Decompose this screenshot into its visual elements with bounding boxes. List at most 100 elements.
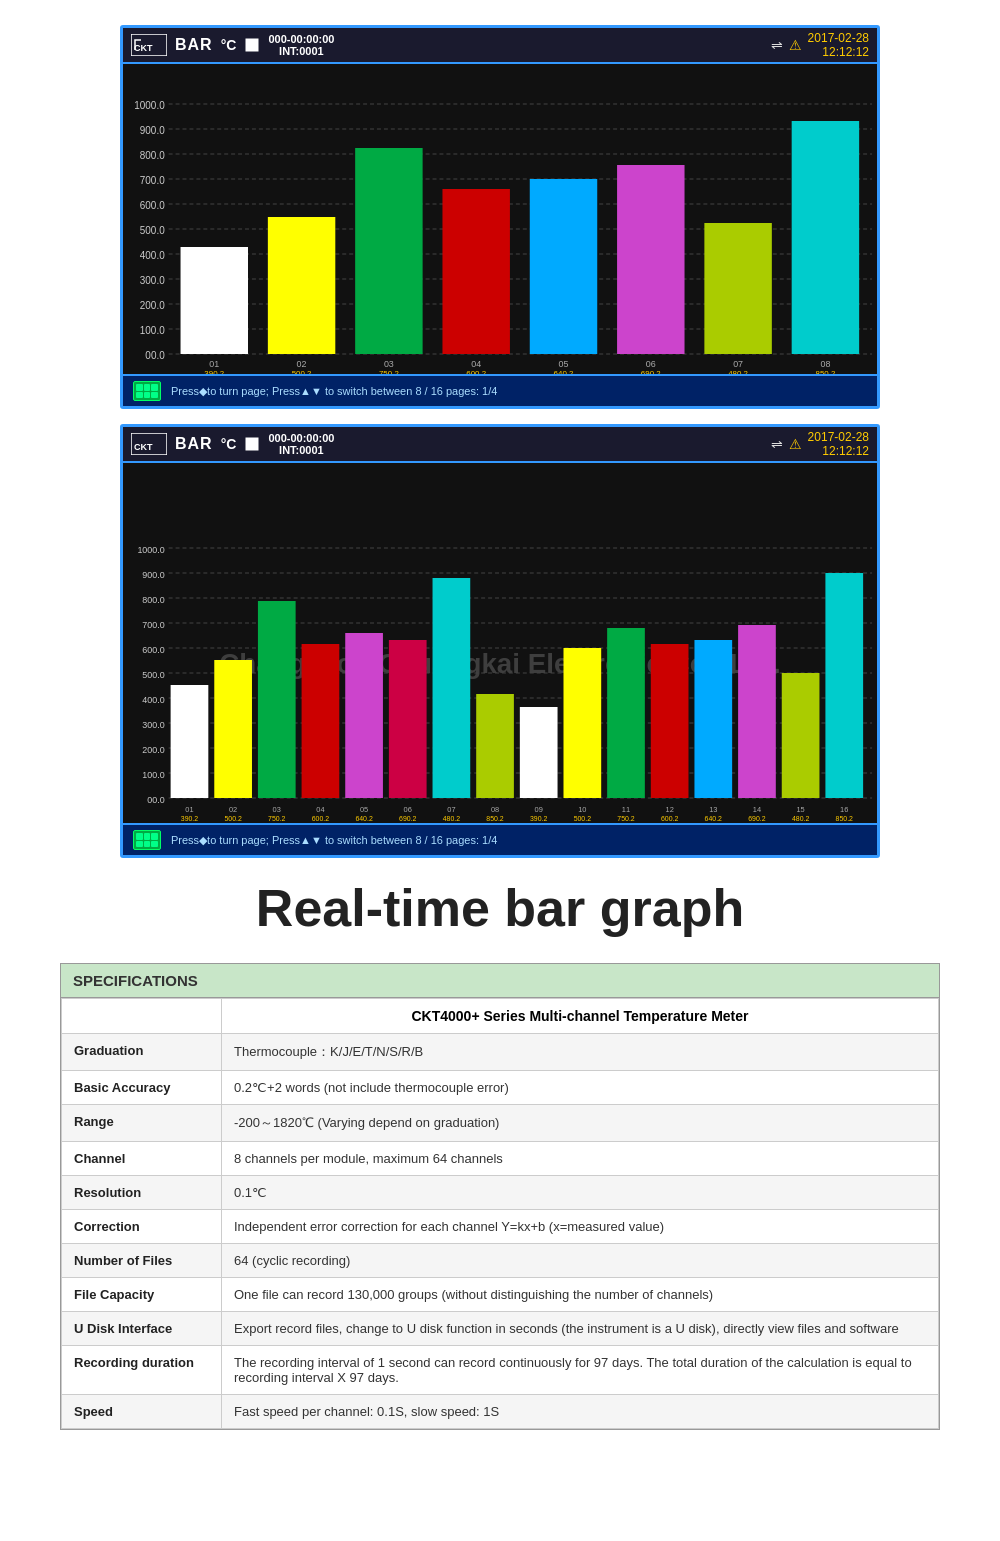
svg-rect-117 [782,673,820,798]
svg-text:02: 02 [229,805,237,814]
svg-text:100.0: 100.0 [142,770,164,780]
svg-text:200.0: 200.0 [142,745,164,755]
spec-name-filecap: File Capacity [62,1278,222,1312]
svg-text:640.2: 640.2 [554,369,574,374]
svg-text:690.2: 690.2 [748,815,765,822]
chart2-footer: Press◆to turn page; Press▲▼ to switch be… [123,823,877,855]
square-icon-2 [244,436,260,452]
svg-text:01: 01 [209,359,219,369]
svg-text:300.0: 300.0 [142,720,164,730]
svg-text:11: 11 [622,805,630,814]
svg-rect-81 [258,601,296,798]
svg-rect-40 [617,165,684,354]
svg-text:1000.0: 1000.0 [137,545,164,555]
svg-rect-25 [181,247,248,354]
usb-icon: ⇌ [771,37,783,53]
svg-text:640.2: 640.2 [705,815,722,822]
spec-row-numfiles: Number of Files 64 (cyclic recording) [62,1244,939,1278]
svg-text:900.0: 900.0 [142,570,164,580]
spec-row-graduation: Graduation Thermocouple：K/J/E/T/N/S/R/B [62,1034,939,1071]
svg-text:640.2: 640.2 [355,815,372,822]
svg-text:600.2: 600.2 [466,369,486,374]
spec-name-udisk: U Disk Interface [62,1312,222,1346]
chart1-svg: 00.0 100.0 200.0 300.0 400.0 500.0 600.0… [123,64,877,374]
svg-text:750.2: 750.2 [379,369,399,374]
svg-text:10: 10 [578,805,586,814]
chart2-container: CKT BAR °C 000-00:00:00 INT:0001 ⇌ ⚠ 201… [120,424,880,858]
svg-text:03: 03 [273,805,281,814]
square-icon [244,37,260,53]
svg-text:07: 07 [447,805,455,814]
chart1-footer: Press◆to turn page; Press▲▼ to switch be… [123,374,877,406]
svg-rect-120 [825,573,863,798]
svg-rect-84 [302,644,340,798]
svg-rect-90 [389,640,427,798]
svg-text:480.2: 480.2 [728,369,748,374]
svg-text:850.2: 850.2 [815,369,835,374]
svg-text:01: 01 [185,805,193,814]
svg-text:08: 08 [491,805,499,814]
svg-rect-99 [520,707,558,798]
chart2-svg: Changzhou Chuangkai Electronic Co., Ltd.… [123,463,877,823]
footer-grid-icon-2 [133,830,161,850]
svg-text:500.2: 500.2 [224,815,241,822]
chart2-datetime: 2017-02-28 12:12:12 [808,430,869,458]
header-icons-2: ⇌ ⚠ 2017-02-28 12:12:12 [771,430,869,458]
svg-text:CKT: CKT [134,43,153,53]
svg-text:00.0: 00.0 [147,795,164,805]
svg-text:800.0: 800.0 [140,150,165,161]
svg-text:400.0: 400.0 [142,695,164,705]
svg-text:500.0: 500.0 [140,225,165,236]
spec-row-accuracy: Basic Accuracy 0.2℃+2 words (not include… [62,1071,939,1105]
svg-rect-105 [607,628,645,798]
svg-text:750.2: 750.2 [617,815,634,822]
svg-text:CKT: CKT [134,442,153,452]
svg-text:700.0: 700.0 [140,175,165,186]
spec-value-range: -200～1820℃ (Varying depend on graduation… [222,1105,939,1142]
svg-text:390.2: 390.2 [204,369,224,374]
svg-text:900.0: 900.0 [140,125,165,136]
warning-icon-2: ⚠ [789,436,802,452]
usb-icon-2: ⇌ [771,436,783,452]
chart1-mode-label: BAR [175,36,213,54]
svg-text:480.2: 480.2 [792,815,809,822]
device-name-cell: CKT4000+ Series Multi-channel Temperatur… [222,999,939,1034]
svg-text:600.0: 600.0 [140,200,165,211]
chart1-time-info: 000-00:00:00 INT:0001 [268,33,334,57]
spec-row-udisk: U Disk Interface Export record files, ch… [62,1312,939,1346]
chart2-header-left: CKT BAR °C 000-00:00:00 INT:0001 [131,432,334,456]
ckt-logo: CKT [131,34,167,56]
svg-text:300.0: 300.0 [140,275,165,286]
svg-rect-78 [214,660,252,798]
chart2-mode-label: BAR [175,435,213,453]
svg-text:500.2: 500.2 [574,815,591,822]
ckt-logo-2: CKT [131,433,167,455]
spec-value-correction: Independent error correction for each ch… [222,1210,939,1244]
spec-row-filecap: File Capacity One file can record 130,00… [62,1278,939,1312]
chart1-header-left: CKT BAR °C 000-00:00:00 INT:0001 [131,33,334,57]
spec-name-channel: Channel [62,1142,222,1176]
spec-value-accuracy: 0.2℃+2 words (not include thermocouple e… [222,1071,939,1105]
spec-value-filecap: One file can record 130,000 groups (with… [222,1278,939,1312]
chart2-body: Changzhou Chuangkai Electronic Co., Ltd.… [123,463,877,823]
chart1-body: 00.0 100.0 200.0 300.0 400.0 500.0 600.0… [123,64,877,374]
svg-text:500.2: 500.2 [292,369,312,374]
device-name-row: CKT4000+ Series Multi-channel Temperatur… [62,999,939,1034]
svg-text:03: 03 [384,359,394,369]
spec-name-accuracy: Basic Accuracy [62,1071,222,1105]
spec-name-recduration: Recording duration [62,1346,222,1395]
svg-text:390.2: 390.2 [530,815,547,822]
svg-rect-46 [792,121,859,354]
warning-icon: ⚠ [789,37,802,53]
svg-text:390.2: 390.2 [181,815,198,822]
svg-text:480.2: 480.2 [443,815,460,822]
svg-text:16: 16 [840,805,848,814]
svg-text:00.0: 00.0 [145,350,165,361]
spec-row-resolution: Resolution 0.1℃ [62,1176,939,1210]
svg-text:600.0: 600.0 [142,645,164,655]
chart2-unit: °C [221,436,237,452]
svg-text:09: 09 [535,805,543,814]
chart2-time-info: 000-00:00:00 INT:0001 [268,432,334,456]
svg-text:100.0: 100.0 [140,325,165,336]
svg-text:700.0: 700.0 [142,620,164,630]
